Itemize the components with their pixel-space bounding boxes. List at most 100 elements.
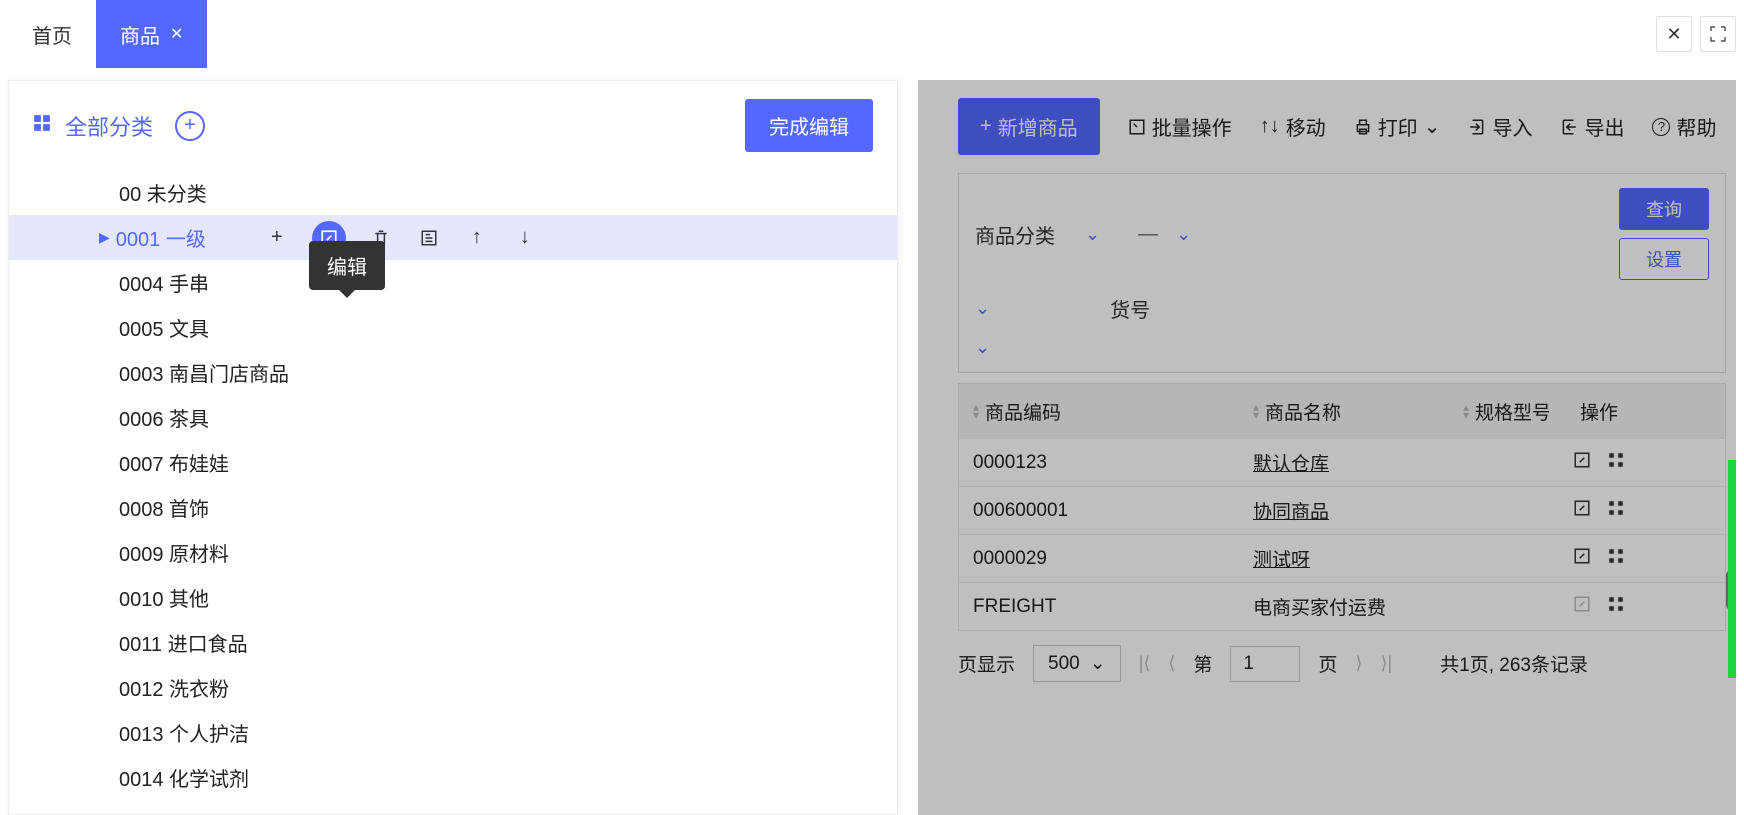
category-item[interactable]: 0011 进口食品 [9, 620, 897, 665]
finish-edit-button[interactable]: 完成编辑 [745, 99, 873, 152]
caret-right-icon: ▶ [99, 229, 110, 246]
detail-icon[interactable] [416, 225, 442, 251]
category-item[interactable]: 0005 文具 [9, 305, 897, 350]
category-label: 00 未分类 [119, 178, 207, 207]
cell-code: 000600001 [959, 500, 1239, 522]
toolbar: + 新增商品 批量操作 ↑↓ 移动 打印 ⌄ 导入 [918, 80, 1736, 173]
chevron-down-icon[interactable]: ⌄ [975, 298, 990, 319]
category-item[interactable]: 0008 首饰 [9, 485, 897, 530]
tab-home[interactable]: 首页 [8, 0, 96, 68]
page-input[interactable]: 1 [1230, 646, 1300, 682]
category-label: 0005 文具 [119, 313, 209, 342]
row-edit-icon[interactable] [1573, 451, 1591, 475]
help-icon: ? [1652, 118, 1670, 136]
category-item[interactable]: 00 未分类 [9, 170, 897, 215]
category-item[interactable]: 0004 手串 [9, 260, 897, 305]
page-prefix: 第 [1193, 650, 1212, 677]
cell-code: 0000123 [959, 452, 1239, 474]
perpage-prefix: 页显示 [958, 650, 1015, 677]
category-panel: 全部分类 + 完成编辑 编辑 00 未分类▶0001 一级+↑↓0004 手串0… [8, 80, 898, 815]
grid-icon [33, 114, 51, 137]
filter-panel: 商品分类 ⌄ — ⌄ 查询 设置 ⌄ 货号 ⌄ [958, 173, 1726, 373]
edit-tooltip: 编辑 [309, 241, 385, 290]
panel-title: 全部分类 [65, 110, 153, 142]
category-item[interactable]: 0007 布娃娃 [9, 440, 897, 485]
range-separator: — [1138, 223, 1158, 246]
export-label: 导出 [1584, 112, 1624, 141]
category-label: 0007 布娃娃 [119, 448, 229, 477]
category-item[interactable]: 0003 南昌门店商品 [9, 350, 897, 395]
help-label: 帮助 [1676, 112, 1716, 141]
next-page-button[interactable]: ⟩ [1355, 653, 1362, 674]
chevron-down-icon[interactable]: ⌄ [975, 337, 990, 358]
last-page-button[interactable]: ⟩| [1380, 653, 1392, 674]
prev-page-button[interactable]: ⟨ [1168, 653, 1175, 674]
row-more-icon[interactable] [1607, 595, 1625, 619]
th-spec[interactable]: ▴▾规格型号 [1449, 398, 1549, 425]
chevron-down-icon[interactable]: ⌄ [1085, 224, 1100, 245]
th-code[interactable]: ▴▾商品编码 [959, 398, 1239, 425]
cell-ops [1549, 451, 1649, 475]
category-label: 0009 原材料 [119, 538, 229, 567]
category-label: 0013 个人护洁 [119, 718, 249, 747]
close-icon[interactable]: ✕ [170, 24, 183, 44]
page-suffix: 页 [1318, 650, 1337, 677]
filter-category-label: 商品分类 [975, 220, 1065, 249]
cell-code: FREIGHT [959, 596, 1239, 618]
export-button[interactable]: 导出 [1560, 112, 1624, 141]
category-label: 0004 手串 [119, 268, 209, 297]
category-item[interactable]: 0013 个人护洁 [9, 710, 897, 755]
close-all-button[interactable]: ✕ [1656, 16, 1692, 52]
category-list[interactable]: 00 未分类▶0001 一级+↑↓0004 手串0005 文具0003 南昌门店… [9, 170, 897, 814]
category-label: 0010 其他 [119, 583, 209, 612]
filter-sku-label: 货号 [1110, 294, 1200, 323]
category-item[interactable]: ▶0001 一级+↑↓ [9, 215, 897, 260]
row-more-icon[interactable] [1607, 451, 1625, 475]
print-button[interactable]: 打印 ⌄ [1354, 112, 1441, 141]
print-label: 打印 [1378, 112, 1418, 141]
product-table: ▴▾商品编码 ▴▾商品名称 ▴▾规格型号 操作 0000123默认仓库 00060… [958, 383, 1726, 631]
row-more-icon[interactable] [1607, 547, 1625, 571]
first-page-button[interactable]: |⟨ [1139, 653, 1151, 674]
category-item[interactable]: 0014 化学试剂 [9, 755, 897, 800]
chevron-down-icon: ⌄ [1090, 652, 1106, 675]
cell-name[interactable]: 默认仓库 [1239, 449, 1449, 476]
table-header: ▴▾商品编码 ▴▾商品名称 ▴▾规格型号 操作 [959, 384, 1725, 438]
settings-button[interactable]: 设置 [1619, 238, 1709, 280]
batch-ops-button[interactable]: 批量操作 [1128, 112, 1232, 141]
import-label: 导入 [1492, 112, 1532, 141]
cell-ops [1549, 595, 1649, 619]
table-row: 0000123默认仓库 [959, 438, 1725, 486]
import-button[interactable]: 导入 [1468, 112, 1532, 141]
category-item[interactable]: 0006 茶具 [9, 395, 897, 440]
category-label: 0011 进口食品 [119, 628, 248, 657]
add-category-button[interactable]: + [175, 111, 205, 141]
row-edit-icon[interactable] [1573, 547, 1591, 571]
category-item[interactable]: 0010 其他 [9, 575, 897, 620]
cell-name[interactable]: 协同商品 [1239, 497, 1449, 524]
cell-name[interactable]: 测试呀 [1239, 545, 1449, 572]
tab-product[interactable]: 商品 ✕ [96, 0, 207, 68]
move-up-icon[interactable]: ↑ [464, 225, 490, 251]
add-child-icon[interactable]: + [264, 225, 290, 251]
category-item[interactable]: 0009 原材料 [9, 530, 897, 575]
page-summary: 共1页, 263条记录 [1440, 650, 1588, 677]
chevron-down-icon[interactable]: ⌄ [1176, 224, 1191, 245]
move-icon: ↑↓ [1260, 115, 1280, 138]
cell-ops [1549, 499, 1649, 523]
th-name[interactable]: ▴▾商品名称 [1239, 398, 1449, 425]
category-label: 0014 化学试剂 [119, 763, 249, 792]
row-edit-icon[interactable] [1573, 499, 1591, 523]
move-down-icon[interactable]: ↓ [512, 225, 538, 251]
perpage-select[interactable]: 500 ⌄ [1033, 645, 1121, 682]
help-button[interactable]: ? 帮助 [1652, 112, 1716, 141]
tab-bar: 首页 商品 ✕ ✕ [0, 0, 1744, 68]
add-product-button[interactable]: + 新增商品 [958, 98, 1100, 155]
row-more-icon[interactable] [1607, 499, 1625, 523]
table-row: FREIGHT电商买家付运费 [959, 582, 1725, 630]
category-item[interactable]: 0012 洗衣粉 [9, 665, 897, 710]
move-label: 移动 [1286, 112, 1326, 141]
fullscreen-button[interactable] [1700, 16, 1736, 52]
query-button[interactable]: 查询 [1619, 188, 1709, 230]
move-button[interactable]: ↑↓ 移动 [1260, 112, 1326, 141]
